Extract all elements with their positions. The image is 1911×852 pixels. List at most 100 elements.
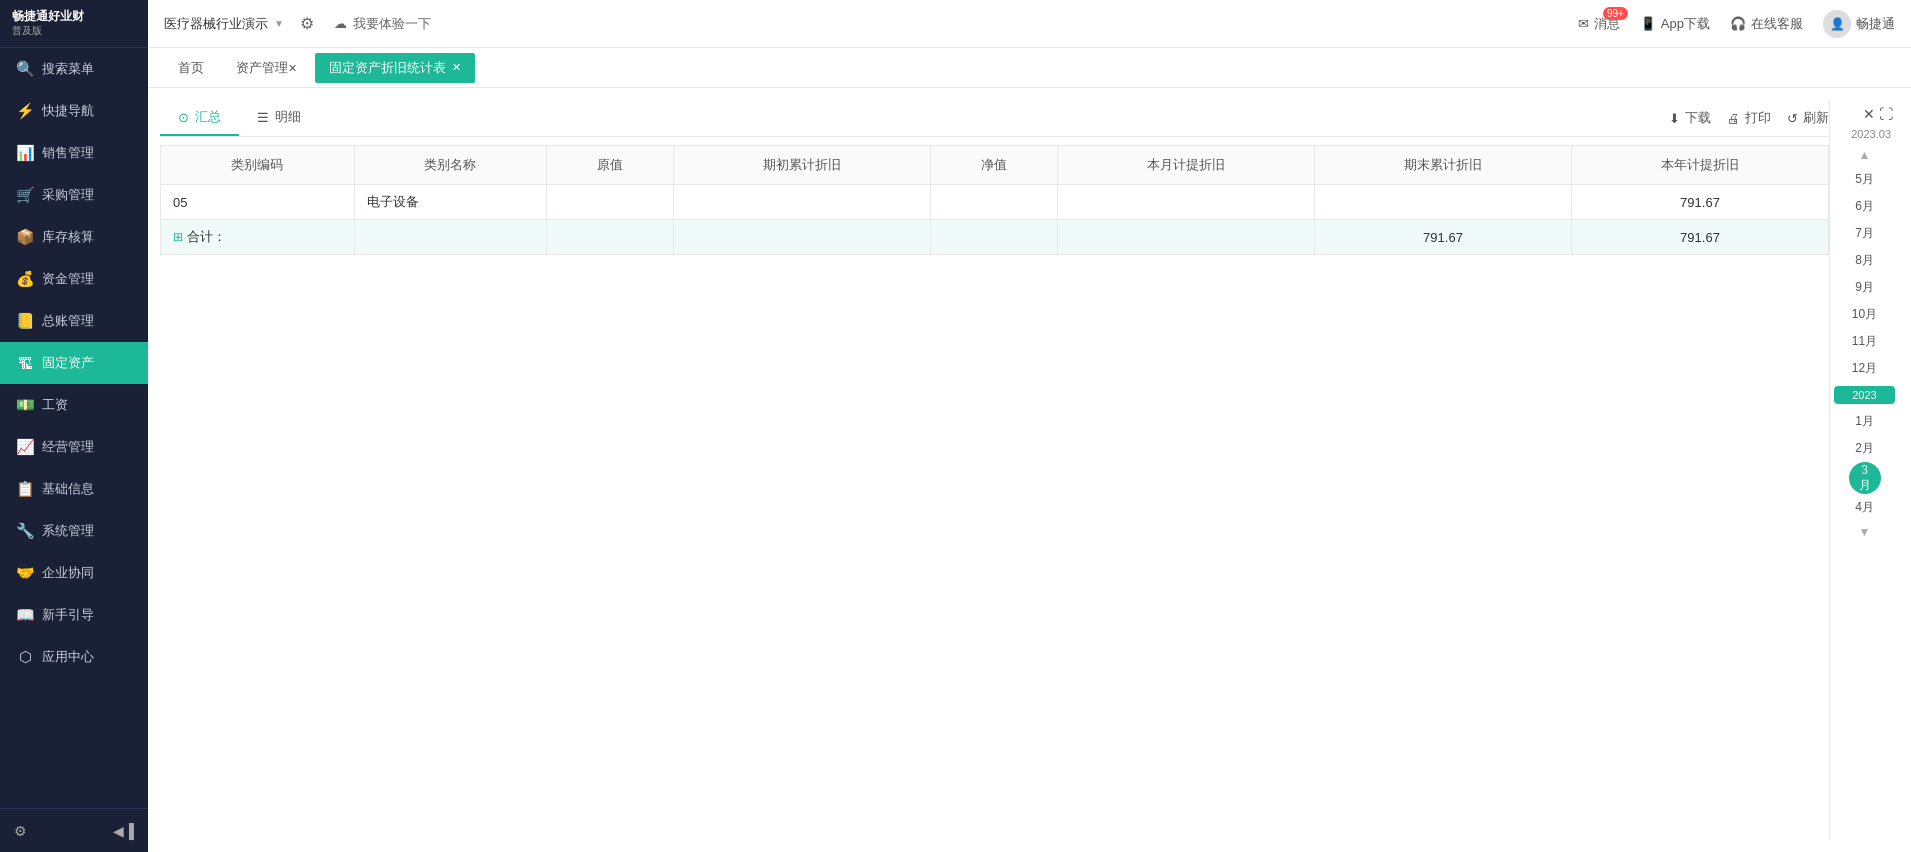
col-header-本月计提折旧: 本月计提折旧 bbox=[1058, 146, 1315, 185]
panel-close-button[interactable]: ✕ bbox=[1863, 106, 1875, 122]
month-item-11月[interactable]: 11月 bbox=[1834, 328, 1895, 355]
summary-cell-4 bbox=[1058, 220, 1315, 255]
sidebar-icon-sales: 📊 bbox=[16, 144, 34, 162]
cell-2 bbox=[546, 185, 673, 220]
sidebar-icon-ledger: 📒 bbox=[16, 312, 34, 330]
tab-close-icon[interactable]: ✕ bbox=[288, 62, 297, 74]
refresh-icon: ↺ bbox=[1787, 111, 1798, 126]
sidebar-label-ledger: 总账管理 bbox=[42, 312, 94, 330]
refresh-button[interactable]: ↺ 刷新 bbox=[1787, 109, 1829, 127]
sidebar-item-inventory[interactable]: 📦库存核算 bbox=[0, 216, 148, 258]
settings-icon[interactable]: ⚙ bbox=[14, 823, 27, 839]
refresh-label: 刷新 bbox=[1803, 109, 1829, 127]
sidebar-label-guide: 新手引导 bbox=[42, 606, 94, 624]
online-service-button[interactable]: 🎧 在线客服 bbox=[1730, 15, 1803, 33]
sub-tab-label: 明细 bbox=[275, 108, 301, 126]
sidebar-icon-enterprise: 🤝 bbox=[16, 564, 34, 582]
sidebar-item-system[interactable]: 🔧系统管理 bbox=[0, 510, 148, 552]
month-item-2月[interactable]: 2月 bbox=[1834, 435, 1895, 462]
cell-1: 电子设备 bbox=[354, 185, 546, 220]
year-marker-2023[interactable]: 2023 bbox=[1834, 386, 1895, 404]
download-label: 下载 bbox=[1685, 109, 1711, 127]
month-item-12月[interactable]: 12月 bbox=[1834, 355, 1895, 382]
sub-tabs: ⊙汇总 ☰ 明细 bbox=[160, 100, 319, 136]
sidebar-label-inventory: 库存核算 bbox=[42, 228, 94, 246]
phone-icon: 📱 bbox=[1640, 16, 1656, 31]
summary-cell-0 bbox=[354, 220, 546, 255]
sidebar-item-purchase[interactable]: 🛒 采购管理 bbox=[0, 174, 148, 216]
month-item-6月[interactable]: 6月 bbox=[1834, 193, 1895, 220]
sidebar: 畅捷通好业财 普及版 🔍搜索菜单⚡快捷导航📊销售管理🛒采购管理📦库存核算💰资金管… bbox=[0, 0, 148, 852]
sidebar-item-salary[interactable]: 💵工资 bbox=[0, 384, 148, 426]
tab-close-icon[interactable]: ✕ bbox=[452, 61, 461, 74]
content-area: ⊙汇总 ☰ 明细 ⬇ 下载 🖨 打印 ↺ 刷新 bbox=[148, 88, 1911, 852]
col-header-类别名称: 类别名称 bbox=[354, 146, 546, 185]
print-button[interactable]: 🖨 打印 bbox=[1727, 109, 1771, 127]
scroll-down-button[interactable]: ▼ bbox=[1834, 521, 1895, 543]
col-header-本年计提折旧: 本年计提折旧 bbox=[1571, 146, 1828, 185]
sidebar-item-enterprise[interactable]: 🤝企业协同 bbox=[0, 552, 148, 594]
month-item-5月[interactable]: 5月 bbox=[1834, 166, 1895, 193]
messages-button[interactable]: ✉ 消息 99+ bbox=[1578, 15, 1620, 33]
tab-label: 首页 bbox=[178, 60, 204, 75]
app-download-button[interactable]: 📱 App下载 bbox=[1640, 15, 1710, 33]
tab-首页[interactable]: 首页 bbox=[164, 53, 218, 83]
sub-tab-icon: ☰ bbox=[257, 110, 269, 125]
cell-5 bbox=[1058, 185, 1315, 220]
tab-固定资产折旧统计表[interactable]: 固定资产折旧统计表✕ bbox=[315, 53, 475, 83]
table-row: 05电子设备791.67 bbox=[161, 185, 1829, 220]
tab-资产管理[interactable]: 资产管理✕ bbox=[222, 53, 311, 83]
month-item-7月[interactable]: 7月 bbox=[1834, 220, 1895, 247]
month-item-1月[interactable]: 1月 bbox=[1834, 408, 1895, 435]
online-service-label: 在线客服 bbox=[1751, 15, 1803, 33]
month-item-10月[interactable]: 10月 bbox=[1834, 301, 1895, 328]
sidebar-label-purchase: 采购管理 bbox=[42, 186, 94, 204]
cell-3 bbox=[673, 185, 930, 220]
sub-tab-明细[interactable]: ☰ 明细 bbox=[239, 100, 319, 136]
sidebar-item-app-center[interactable]: ⬡应用中心 bbox=[0, 636, 148, 678]
company-selector[interactable]: 医疗器械行业演示 ▼ bbox=[164, 15, 284, 33]
sidebar-item-finance[interactable]: 💰资金管理 bbox=[0, 258, 148, 300]
sidebar-icon-purchase: 🛒 bbox=[16, 186, 34, 204]
sidebar-label-sales: 销售管理 bbox=[42, 144, 94, 162]
sidebar-icon-fixed-assets: 🏗 bbox=[16, 355, 34, 372]
cell-7: 791.67 bbox=[1571, 185, 1828, 220]
month-item-4月[interactable]: 4月 bbox=[1834, 494, 1895, 521]
month-item-9月[interactable]: 9月 bbox=[1834, 274, 1895, 301]
sidebar-item-search[interactable]: 🔍搜索菜单 bbox=[0, 48, 148, 90]
summary-row: ⊞ 合计：791.67791.67 bbox=[161, 220, 1829, 255]
topbar-right: ✉ 消息 99+ 📱 App下载 🎧 在线客服 👤 畅捷通 bbox=[1578, 10, 1895, 38]
sidebar-item-guide[interactable]: 📖 新手引导 bbox=[0, 594, 148, 636]
sidebar-icon-guide: 📖 bbox=[16, 606, 34, 624]
sidebar-icon-system: 🔧 bbox=[16, 522, 34, 540]
collapse-icon[interactable]: ◀▐ bbox=[113, 823, 134, 839]
table-container: 类别编码类别名称原值期初累计折旧净值本月计提折旧期末累计折旧本年计提折旧 05电… bbox=[160, 145, 1829, 840]
month-item-3月[interactable]: 3月 bbox=[1849, 462, 1881, 494]
sub-tab-汇总[interactable]: ⊙汇总 bbox=[160, 100, 239, 136]
settings-gear-icon[interactable]: ⚙ bbox=[300, 14, 314, 33]
print-icon: 🖨 bbox=[1727, 111, 1740, 126]
sidebar-item-sales[interactable]: 📊 销售管理 bbox=[0, 132, 148, 174]
toolbar: ⬇ 下载 🖨 打印 ↺ 刷新 bbox=[1669, 109, 1829, 127]
message-icon: ✉ bbox=[1578, 16, 1589, 31]
sidebar-label-quick-nav: 快捷导航 bbox=[42, 102, 94, 120]
experience-button[interactable]: ☁ 我要体验一下 bbox=[334, 15, 431, 33]
sidebar-label-operations: 经营管理 bbox=[42, 438, 94, 456]
sidebar-item-quick-nav[interactable]: ⚡快捷导航 bbox=[0, 90, 148, 132]
scroll-up-button[interactable]: ▲ bbox=[1834, 144, 1895, 166]
sidebar-item-operations[interactable]: 📈经营管理 bbox=[0, 426, 148, 468]
sidebar-item-fixed-assets[interactable]: 🏗 固定资产 bbox=[0, 342, 148, 384]
sidebar-item-ledger[interactable]: 📒 总账管理 bbox=[0, 300, 148, 342]
username: 畅捷通 bbox=[1856, 15, 1895, 33]
cell-4 bbox=[930, 185, 1057, 220]
messages-badge: 99+ bbox=[1603, 7, 1628, 20]
panel-expand-button[interactable]: ⛶ bbox=[1879, 106, 1893, 122]
download-button[interactable]: ⬇ 下载 bbox=[1669, 109, 1711, 127]
right-panel: ✕ ⛶ 2023.03 ▲5月6月7月8月9月10月11月12月20231月2月… bbox=[1829, 100, 1899, 840]
month-item-8月[interactable]: 8月 bbox=[1834, 247, 1895, 274]
cell-6 bbox=[1315, 185, 1572, 220]
sidebar-label-fixed-assets: 固定资产 bbox=[42, 354, 94, 372]
user-menu[interactable]: 👤 畅捷通 bbox=[1823, 10, 1895, 38]
app-version: 普及版 bbox=[12, 24, 84, 38]
sidebar-item-basic-info[interactable]: 📋基础信息 bbox=[0, 468, 148, 510]
